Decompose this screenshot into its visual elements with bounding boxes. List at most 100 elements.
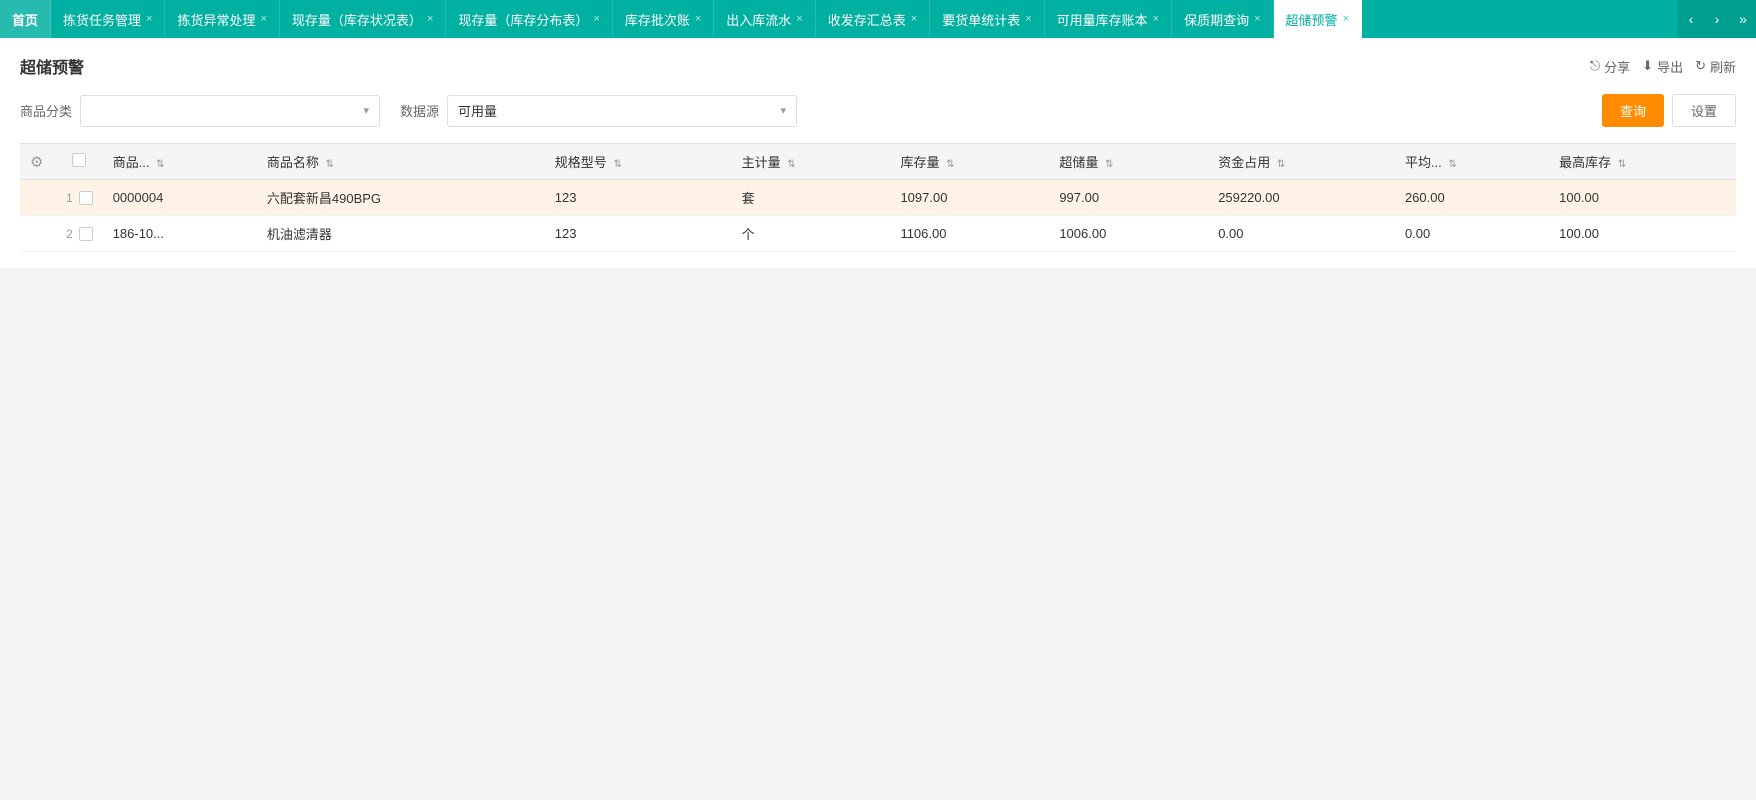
close-icon[interactable]: × — [593, 13, 599, 25]
col-product-name: 商品名称 ⇅ — [257, 144, 545, 180]
nav-item-task[interactable]: 拣货任务管理 × — [51, 0, 165, 38]
close-icon[interactable]: × — [1025, 13, 1031, 25]
cell-max-stock: 100.00 — [1549, 180, 1736, 216]
nav-item-inout[interactable]: 出入库流水 × — [714, 0, 815, 38]
export-icon: ⬇ — [1642, 58, 1653, 74]
col-capital: 资金占用 ⇅ — [1208, 144, 1395, 180]
cell-overstock: 997.00 — [1049, 180, 1208, 216]
cell-unit: 个 — [732, 216, 891, 252]
col-unit: 主计量 ⇅ — [732, 144, 891, 180]
cell-capital: 0.00 — [1208, 216, 1395, 252]
row-gear — [20, 180, 56, 216]
nav-item-stock-status[interactable]: 现存量（库存状况表） × — [280, 0, 446, 38]
category-label: 商品分类 — [20, 101, 72, 120]
table-row: 2 186-10... 机油滤清器 123 个 1106.00 1006.00 … — [20, 216, 1736, 252]
cell-max-stock: 100.00 — [1549, 216, 1736, 252]
gear-icon[interactable]: ⚙ — [30, 154, 43, 171]
sort-icon[interactable]: ⇅ — [1105, 159, 1113, 170]
nav-item-batch[interactable]: 库存批次账 × — [613, 0, 714, 38]
close-icon[interactable]: × — [1254, 13, 1260, 25]
nav-arrows: ‹ › » — [1678, 0, 1756, 38]
table-row: 1 0000004 六配套新昌490BPG 123 套 1097.00 997.… — [20, 180, 1736, 216]
col-overstock: 超储量 ⇅ — [1049, 144, 1208, 180]
close-icon[interactable]: × — [1153, 13, 1159, 25]
gear-header: ⚙ — [20, 144, 56, 180]
sort-icon[interactable]: ⇅ — [326, 159, 334, 170]
datasource-select[interactable]: 可用量 ▾ — [447, 95, 797, 127]
settings-button[interactable]: 设置 — [1672, 94, 1736, 127]
nav-item-exception[interactable]: 拣货异常处理 × — [165, 0, 279, 38]
row-gear — [20, 216, 56, 252]
sort-icon[interactable]: ⇅ — [156, 159, 164, 170]
cell-stock: 1097.00 — [890, 180, 1049, 216]
close-icon[interactable]: × — [695, 13, 701, 25]
sort-icon[interactable]: ⇅ — [613, 159, 621, 170]
cell-capital: 259220.00 — [1208, 180, 1395, 216]
col-max-stock: 最高库存 ⇅ — [1549, 144, 1736, 180]
row-checkbox[interactable] — [79, 227, 93, 241]
nav-expand-arrow[interactable]: » — [1730, 0, 1756, 38]
nav-item-overstock[interactable]: 超储预警 × — [1274, 0, 1362, 38]
filter-row: 商品分类 ▾ 数据源 可用量 ▾ 查询 设置 — [20, 94, 1736, 127]
header-actions: ⎋ 分享 ⬇ 导出 ↻ 刷新 — [1590, 57, 1736, 76]
cell-avg: 0.00 — [1395, 216, 1549, 252]
table-header-row: ⚙ 商品... ⇅ 商品名称 ⇅ 规格型号 ⇅ 主计量 — [20, 144, 1736, 180]
nav-item-quality[interactable]: 保质期查询 × — [1172, 0, 1273, 38]
share-button[interactable]: ⎋ 分享 — [1590, 57, 1630, 76]
sort-icon[interactable]: ⇅ — [787, 159, 795, 170]
nav-item-collect[interactable]: 收发存汇总表 × — [816, 0, 930, 38]
page-header: 超储预警 ⎋ 分享 ⬇ 导出 ↻ 刷新 — [20, 54, 1736, 78]
page-title: 超储预警 — [20, 54, 84, 78]
cell-avg: 260.00 — [1395, 180, 1549, 216]
row-num: 2 — [56, 216, 103, 252]
col-product-code: 商品... ⇅ — [103, 144, 257, 180]
cell-product-name: 六配套新昌490BPG — [257, 180, 545, 216]
category-select[interactable]: ▾ — [80, 95, 380, 127]
nav-right-arrow[interactable]: › — [1704, 0, 1730, 38]
cell-overstock: 1006.00 — [1049, 216, 1208, 252]
sort-icon[interactable]: ⇅ — [1277, 159, 1285, 170]
close-icon[interactable]: × — [146, 13, 152, 25]
sort-icon[interactable]: ⇅ — [1448, 159, 1456, 170]
page-content: 超储预警 ⎋ 分享 ⬇ 导出 ↻ 刷新 商品分类 ▾ 数据源 — [0, 38, 1756, 268]
nav-item-home[interactable]: 首页 — [0, 0, 51, 38]
col-avg: 平均... ⇅ — [1395, 144, 1549, 180]
nav-left-arrow[interactable]: ‹ — [1678, 0, 1704, 38]
filter-buttons: 查询 设置 — [1602, 94, 1736, 127]
refresh-icon: ↻ — [1695, 58, 1706, 74]
data-table: ⚙ 商品... ⇅ 商品名称 ⇅ 规格型号 ⇅ 主计量 — [20, 143, 1736, 252]
datasource-label: 数据源 — [400, 101, 439, 120]
cell-product-code: 0000004 — [103, 180, 257, 216]
close-icon[interactable]: × — [260, 13, 266, 25]
cell-unit: 套 — [732, 180, 891, 216]
cell-product-code: 186-10... — [103, 216, 257, 252]
top-navigation: 首页 拣货任务管理 × 拣货异常处理 × 现存量（库存状况表） × 现存量（库存… — [0, 0, 1756, 38]
datasource-filter: 数据源 可用量 ▾ — [400, 95, 797, 127]
col-stock: 库存量 ⇅ — [890, 144, 1049, 180]
close-icon[interactable]: × — [911, 13, 917, 25]
checkbox-header — [56, 144, 103, 180]
row-checkbox[interactable] — [79, 191, 93, 205]
close-icon[interactable]: × — [427, 13, 433, 25]
refresh-button[interactable]: ↻ 刷新 — [1695, 57, 1736, 76]
cell-spec: 123 — [545, 216, 732, 252]
nav-item-order-stat[interactable]: 要货单统计表 × — [930, 0, 1044, 38]
select-all-checkbox[interactable] — [72, 153, 86, 167]
close-icon[interactable]: × — [1343, 13, 1349, 25]
cell-spec: 123 — [545, 180, 732, 216]
close-icon[interactable]: × — [796, 13, 802, 25]
col-spec: 规格型号 ⇅ — [545, 144, 732, 180]
category-filter: 商品分类 ▾ — [20, 95, 380, 127]
chevron-down-icon: ▾ — [363, 104, 369, 117]
chevron-down-icon: ▾ — [781, 104, 787, 117]
row-num: 1 — [56, 180, 103, 216]
share-icon: ⎋ — [1590, 58, 1600, 74]
export-button[interactable]: ⬇ 导出 — [1642, 57, 1683, 76]
nav-item-stock-dist[interactable]: 现存量（库存分布表） × — [446, 0, 612, 38]
cell-stock: 1106.00 — [890, 216, 1049, 252]
sort-icon[interactable]: ⇅ — [1618, 159, 1626, 170]
query-button[interactable]: 查询 — [1602, 94, 1664, 127]
sort-icon[interactable]: ⇅ — [946, 159, 954, 170]
cell-product-name: 机油滤清器 — [257, 216, 545, 252]
nav-item-avail[interactable]: 可用量库存账本 × — [1045, 0, 1172, 38]
